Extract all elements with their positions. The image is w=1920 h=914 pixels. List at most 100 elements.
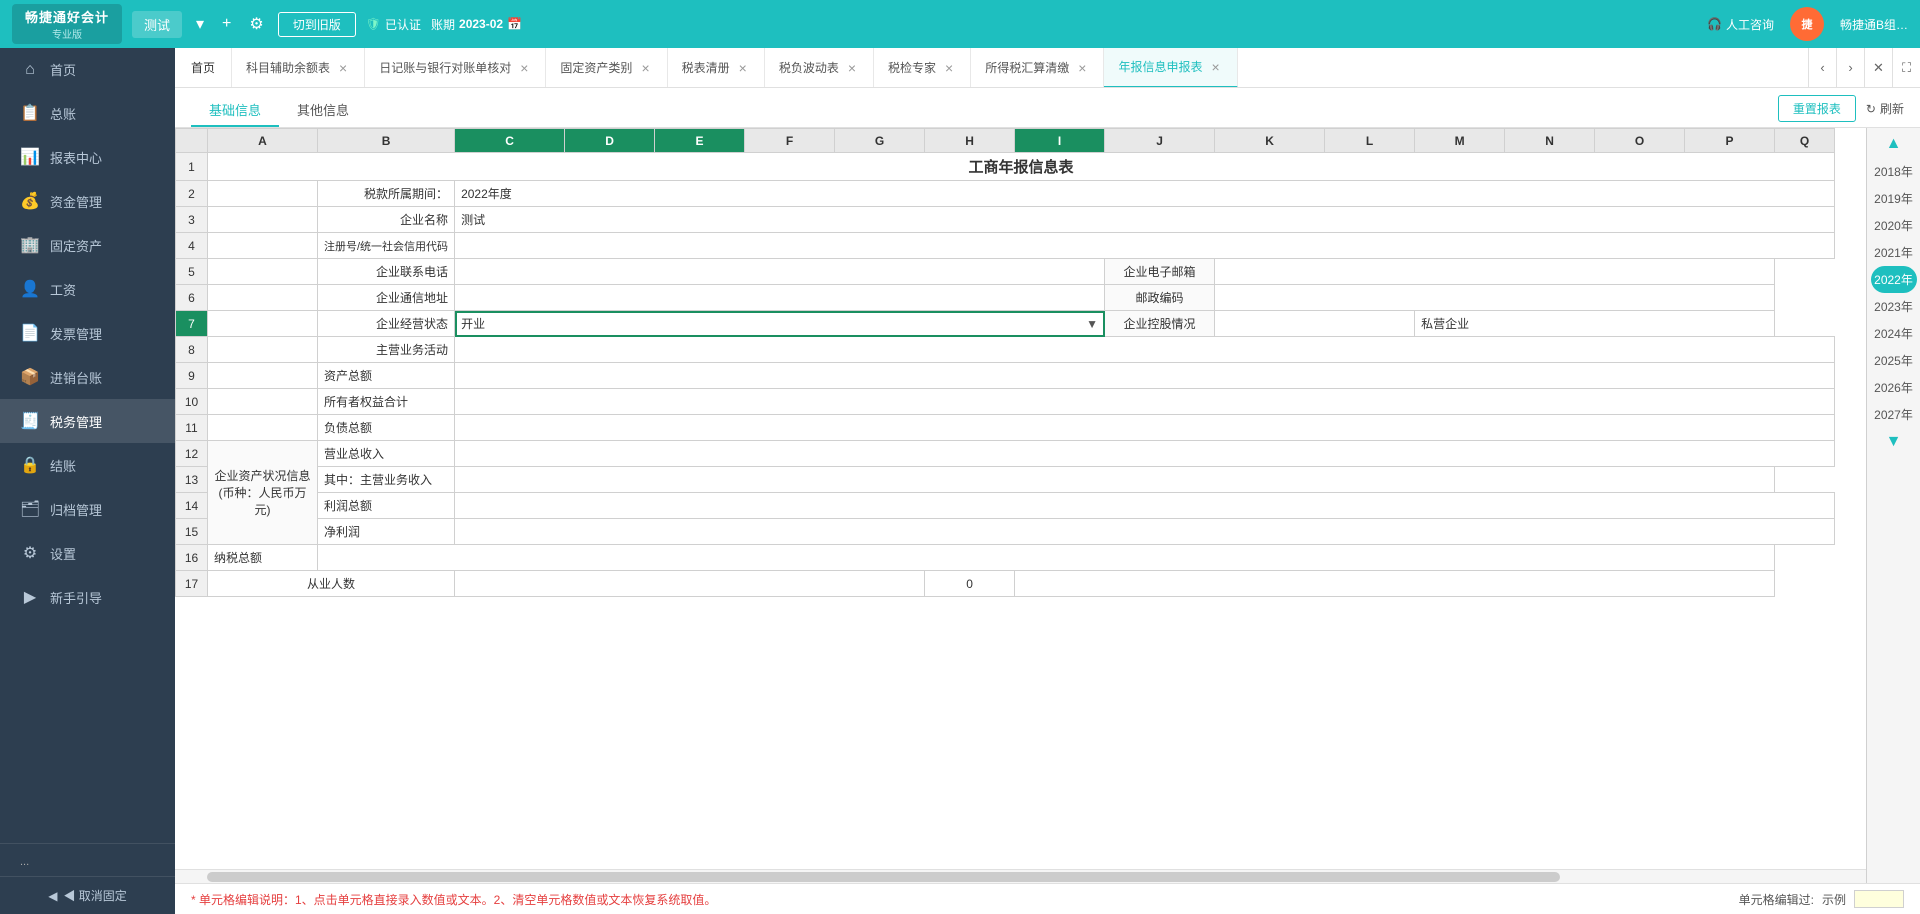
r5-k[interactable] (1215, 259, 1775, 285)
col-header-a[interactable]: A (208, 129, 318, 153)
tab-bank[interactable]: 日记账与银行对账单核对× (365, 48, 546, 88)
r9-value[interactable] (455, 363, 1835, 389)
r7-k[interactable] (1215, 311, 1415, 337)
tab-dropdown-icon[interactable]: ▾ (192, 10, 208, 38)
r3-c[interactable]: 测试 (455, 207, 1835, 233)
tab-tax_expert[interactable]: 税检专家× (874, 48, 971, 88)
spreadsheet-scroll[interactable]: A B C D E F G H I J (175, 128, 1866, 869)
r7-m[interactable]: 私营企业 (1415, 311, 1775, 337)
year-item-2020[interactable]: 2020年 (1871, 212, 1917, 239)
tab-close-aux[interactable]: × (336, 59, 350, 77)
sub-tab-basic[interactable]: 基础信息 (191, 94, 279, 127)
current-tab-label[interactable]: 测试 (132, 11, 182, 38)
col-header-d[interactable]: D (565, 129, 655, 153)
refresh-button[interactable]: ↻ 刷新 (1866, 100, 1904, 117)
col-header-i[interactable]: I (1015, 129, 1105, 153)
switch-version-button[interactable]: 切到旧版 (278, 12, 356, 37)
r14-value[interactable] (455, 493, 1835, 519)
tab-tax_wave[interactable]: 税负波动表× (765, 48, 874, 88)
sidebar-item-closing[interactable]: 🔒结账 (0, 443, 175, 487)
tab-close-bank[interactable]: × (517, 59, 531, 77)
r6-c[interactable] (455, 285, 1105, 311)
sidebar-item-invoice[interactable]: 📄发票管理 (0, 311, 175, 355)
tab-prev-button[interactable]: ‹ (1808, 48, 1836, 88)
r6-k[interactable] (1215, 285, 1775, 311)
tab-close-annual_report[interactable]: × (1208, 58, 1222, 76)
reset-report-button[interactable]: 重置报表 (1778, 95, 1856, 122)
sidebar-item-fund[interactable]: 💰资金管理 (0, 179, 175, 223)
year-up-button[interactable]: ▲ (1883, 132, 1905, 156)
sidebar-item-home[interactable]: ⌂首页 (0, 48, 175, 91)
col-header-l[interactable]: L (1325, 129, 1415, 153)
year-item-2021[interactable]: 2021年 (1871, 239, 1917, 266)
horizontal-scrollbar[interactable] (175, 869, 1866, 883)
col-header-g[interactable]: G (835, 129, 925, 153)
sidebar-item-tax[interactable]: 🧾税务管理 (0, 399, 175, 443)
sheet-title-cell[interactable]: 工商年报信息表 (208, 153, 1835, 181)
r17-c[interactable] (455, 571, 925, 597)
tab-close-tax_form[interactable]: × (736, 59, 750, 77)
year-item-2025[interactable]: 2025年 (1871, 347, 1917, 374)
col-header-q[interactable]: Q (1775, 129, 1835, 153)
sidebar-item-archive[interactable]: 🗂归档管理 (0, 487, 175, 531)
col-header-j[interactable]: J (1105, 129, 1215, 153)
sidebar-item-fixed[interactable]: 🏢固定资产 (0, 223, 175, 267)
year-item-2024[interactable]: 2024年 (1871, 320, 1917, 347)
r17-rest[interactable] (1015, 571, 1775, 597)
r4-c[interactable] (455, 233, 1835, 259)
r17-value[interactable]: 0 (925, 571, 1015, 597)
tab-close-fixed_asset[interactable]: × (638, 59, 652, 77)
col-header-p[interactable]: P (1685, 129, 1775, 153)
sidebar-item-unknown[interactable]: ... (0, 848, 175, 876)
sidebar-item-settings[interactable]: ⚙设置 (0, 531, 175, 575)
sidebar-item-inventory[interactable]: 📦进销台账 (0, 355, 175, 399)
sidebar-item-payroll[interactable]: 👤工资 (0, 267, 175, 311)
r16-value[interactable] (318, 545, 1775, 571)
r13-value[interactable] (455, 467, 1775, 493)
year-item-2019[interactable]: 2019年 (1871, 185, 1917, 212)
add-tab-icon[interactable]: + (218, 11, 235, 37)
tab-close-tax_expert[interactable]: × (942, 59, 956, 77)
sub-tab-other[interactable]: 其他信息 (279, 94, 367, 127)
year-item-2018[interactable]: 2018年 (1871, 158, 1917, 185)
customer-service-button[interactable]: 🎧 人工咨询 (1707, 16, 1774, 33)
r8-c[interactable] (455, 337, 1835, 363)
col-header-e[interactable]: E (655, 129, 745, 153)
year-down-button[interactable]: ▼ (1883, 430, 1905, 454)
r11-value[interactable] (455, 415, 1835, 441)
col-header-n[interactable]: N (1505, 129, 1595, 153)
year-item-2027[interactable]: 2027年 (1871, 401, 1917, 428)
user-avatar[interactable]: 捷 (1790, 7, 1824, 41)
r2-c[interactable]: 2022年度 (455, 181, 1835, 207)
tab-fixed_asset[interactable]: 固定资产类别× (546, 48, 667, 88)
col-header-c[interactable]: C (455, 129, 565, 153)
tab-expand-button[interactable]: ⛶ (1892, 48, 1920, 88)
tab-annual_report[interactable]: 年报信息申报表× (1104, 48, 1237, 88)
settings-icon[interactable]: ⚙ (245, 10, 267, 38)
r10-value[interactable] (455, 389, 1835, 415)
year-item-2023[interactable]: 2023年 (1871, 293, 1917, 320)
col-header-f[interactable]: F (745, 129, 835, 153)
tab-close-all-button[interactable]: ✕ (1864, 48, 1892, 88)
tab-aux[interactable]: 科目辅助余额表× (232, 48, 365, 88)
r12-value[interactable] (455, 441, 1835, 467)
r5-c[interactable] (455, 259, 1105, 285)
username-label[interactable]: 畅捷通B组… (1840, 16, 1908, 33)
col-header-m[interactable]: M (1415, 129, 1505, 153)
calendar-icon[interactable]: 📅 (507, 17, 522, 31)
col-header-k[interactable]: K (1215, 129, 1325, 153)
tab-tax_form[interactable]: 税表清册× (668, 48, 765, 88)
sidebar-collapse-button[interactable]: ◀ ◀ 取消固定 (0, 876, 175, 914)
tab-income_tax[interactable]: 所得税汇算清缴× (971, 48, 1104, 88)
r15-value[interactable] (455, 519, 1835, 545)
tab-next-button[interactable]: › (1836, 48, 1864, 88)
tab-home[interactable]: 首页 (175, 48, 232, 88)
tab-close-tax_wave[interactable]: × (845, 59, 859, 77)
col-header-o[interactable]: O (1595, 129, 1685, 153)
sidebar-item-guide[interactable]: ▶新手引导 (0, 575, 175, 619)
col-header-b[interactable]: B (318, 129, 455, 153)
sidebar-item-report[interactable]: 📊报表中心 (0, 135, 175, 179)
col-header-h[interactable]: H (925, 129, 1015, 153)
sidebar-item-ledger[interactable]: 📋总账 (0, 91, 175, 135)
app-logo[interactable]: 畅捷通好会计 专业版 (12, 4, 122, 44)
